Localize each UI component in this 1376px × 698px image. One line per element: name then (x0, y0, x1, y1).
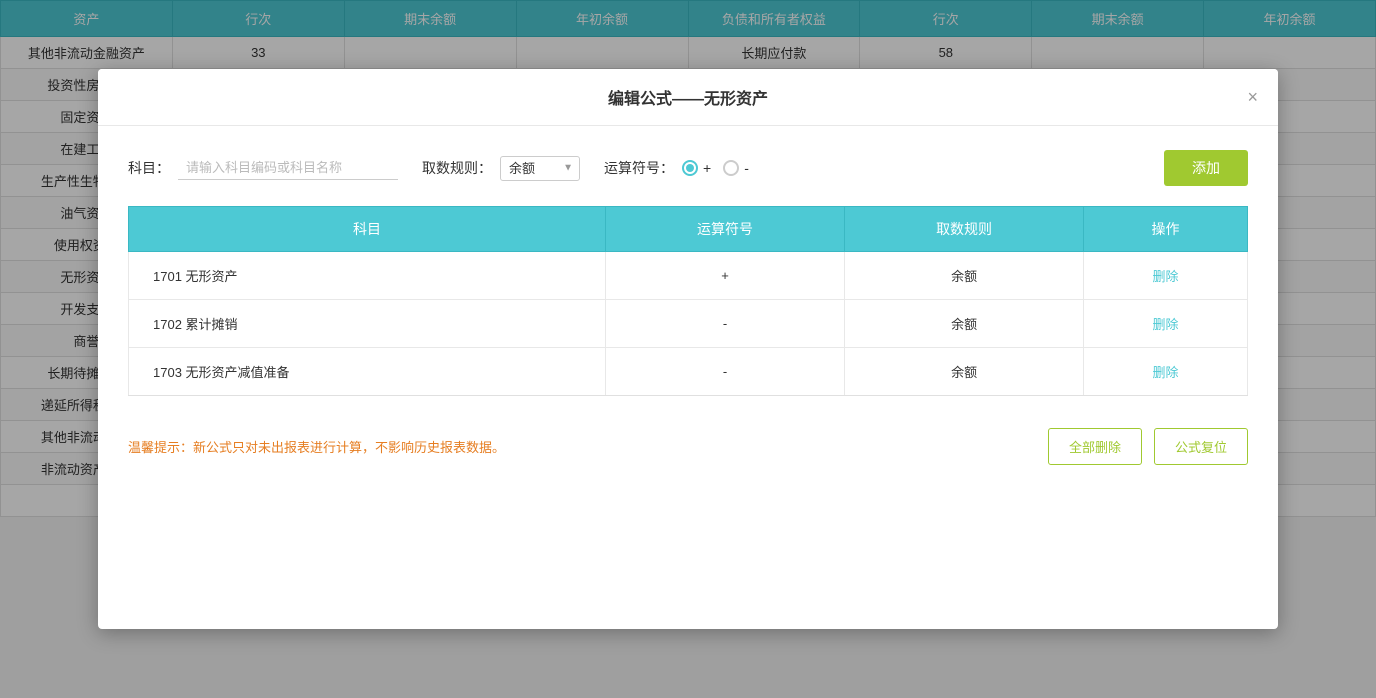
modal-header: 编辑公式——无形资产 × (98, 69, 1278, 126)
radio-plus-label: + (703, 160, 711, 176)
modal-dialog: 编辑公式——无形资产 × 科目： 取数规则： 余额 借方 贷方 (98, 69, 1278, 629)
radio-plus-circle (682, 160, 698, 176)
formula-row: 1701 无形资产+余额 删除 (129, 252, 1248, 300)
rule-group: 取数规则： 余额 借方 贷方 ▼ (422, 156, 580, 181)
formula-action: 删除 (1084, 348, 1248, 396)
radio-minus-label: - (744, 160, 749, 176)
delete-row-button[interactable]: 删除 (1153, 317, 1179, 332)
add-button[interactable]: 添加 (1164, 150, 1248, 186)
modal-body: 科目： 取数规则： 余额 借方 贷方 ▼ 运算符号： (98, 126, 1278, 412)
formula-subject: 1701 无形资产 (129, 252, 606, 300)
th-rule: 取数规则 (845, 207, 1084, 252)
formula-action: 删除 (1084, 252, 1248, 300)
formula-action: 删除 (1084, 300, 1248, 348)
reset-button[interactable]: 公式复位 (1154, 428, 1248, 465)
formula-row: 1702 累计摊销-余额 删除 (129, 300, 1248, 348)
formula-subject: 1702 累计摊销 (129, 300, 606, 348)
radio-minus-circle (723, 160, 739, 176)
radio-minus[interactable]: - (723, 160, 749, 176)
th-operator: 运算符号 (605, 207, 844, 252)
modal-title: 编辑公式——无形资产 (608, 91, 768, 108)
formula-rule: 余额 (845, 252, 1084, 300)
delete-row-button[interactable]: 删除 (1153, 269, 1179, 284)
tip-text: 温馨提示：新公式只对未出报表进行计算，不影响历史报表数据。 (128, 437, 505, 456)
radio-group: + - (682, 160, 749, 176)
subject-label: 科目： (128, 158, 170, 178)
formula-subject: 1703 无形资产减值准备 (129, 348, 606, 396)
formula-operator: + (605, 252, 844, 300)
rule-select-wrapper: 余额 借方 贷方 ▼ (500, 156, 580, 181)
formula-rule: 余额 (845, 348, 1084, 396)
subject-group: 科目： (128, 156, 398, 180)
modal-overlay: 编辑公式——无形资产 × 科目： 取数规则： 余额 借方 贷方 (0, 0, 1376, 698)
footer-buttons: 全部删除 公式复位 (1048, 428, 1248, 465)
formula-operator: - (605, 300, 844, 348)
form-row: 科目： 取数规则： 余额 借方 贷方 ▼ 运算符号： (128, 150, 1248, 186)
th-action: 操作 (1084, 207, 1248, 252)
operator-group: 运算符号： + - (604, 158, 749, 178)
radio-plus[interactable]: + (682, 160, 711, 176)
formula-rule: 余额 (845, 300, 1084, 348)
rule-select[interactable]: 余额 借方 贷方 (500, 156, 580, 181)
formula-table: 科目 运算符号 取数规则 操作 1701 无形资产+余额删除1702 累计摊销-… (128, 206, 1248, 396)
delete-all-button[interactable]: 全部删除 (1048, 428, 1142, 465)
th-subject: 科目 (129, 207, 606, 252)
operator-label: 运算符号： (604, 158, 674, 178)
delete-row-button[interactable]: 删除 (1153, 365, 1179, 380)
formula-row: 1703 无形资产减值准备-余额 删除 (129, 348, 1248, 396)
table-header-row: 科目 运算符号 取数规则 操作 (129, 207, 1248, 252)
close-button[interactable]: × (1247, 88, 1258, 106)
modal-footer: 温馨提示：新公式只对未出报表进行计算，不影响历史报表数据。 全部删除 公式复位 (98, 412, 1278, 475)
formula-operator: - (605, 348, 844, 396)
subject-input[interactable] (178, 156, 398, 180)
rule-label: 取数规则： (422, 158, 492, 178)
